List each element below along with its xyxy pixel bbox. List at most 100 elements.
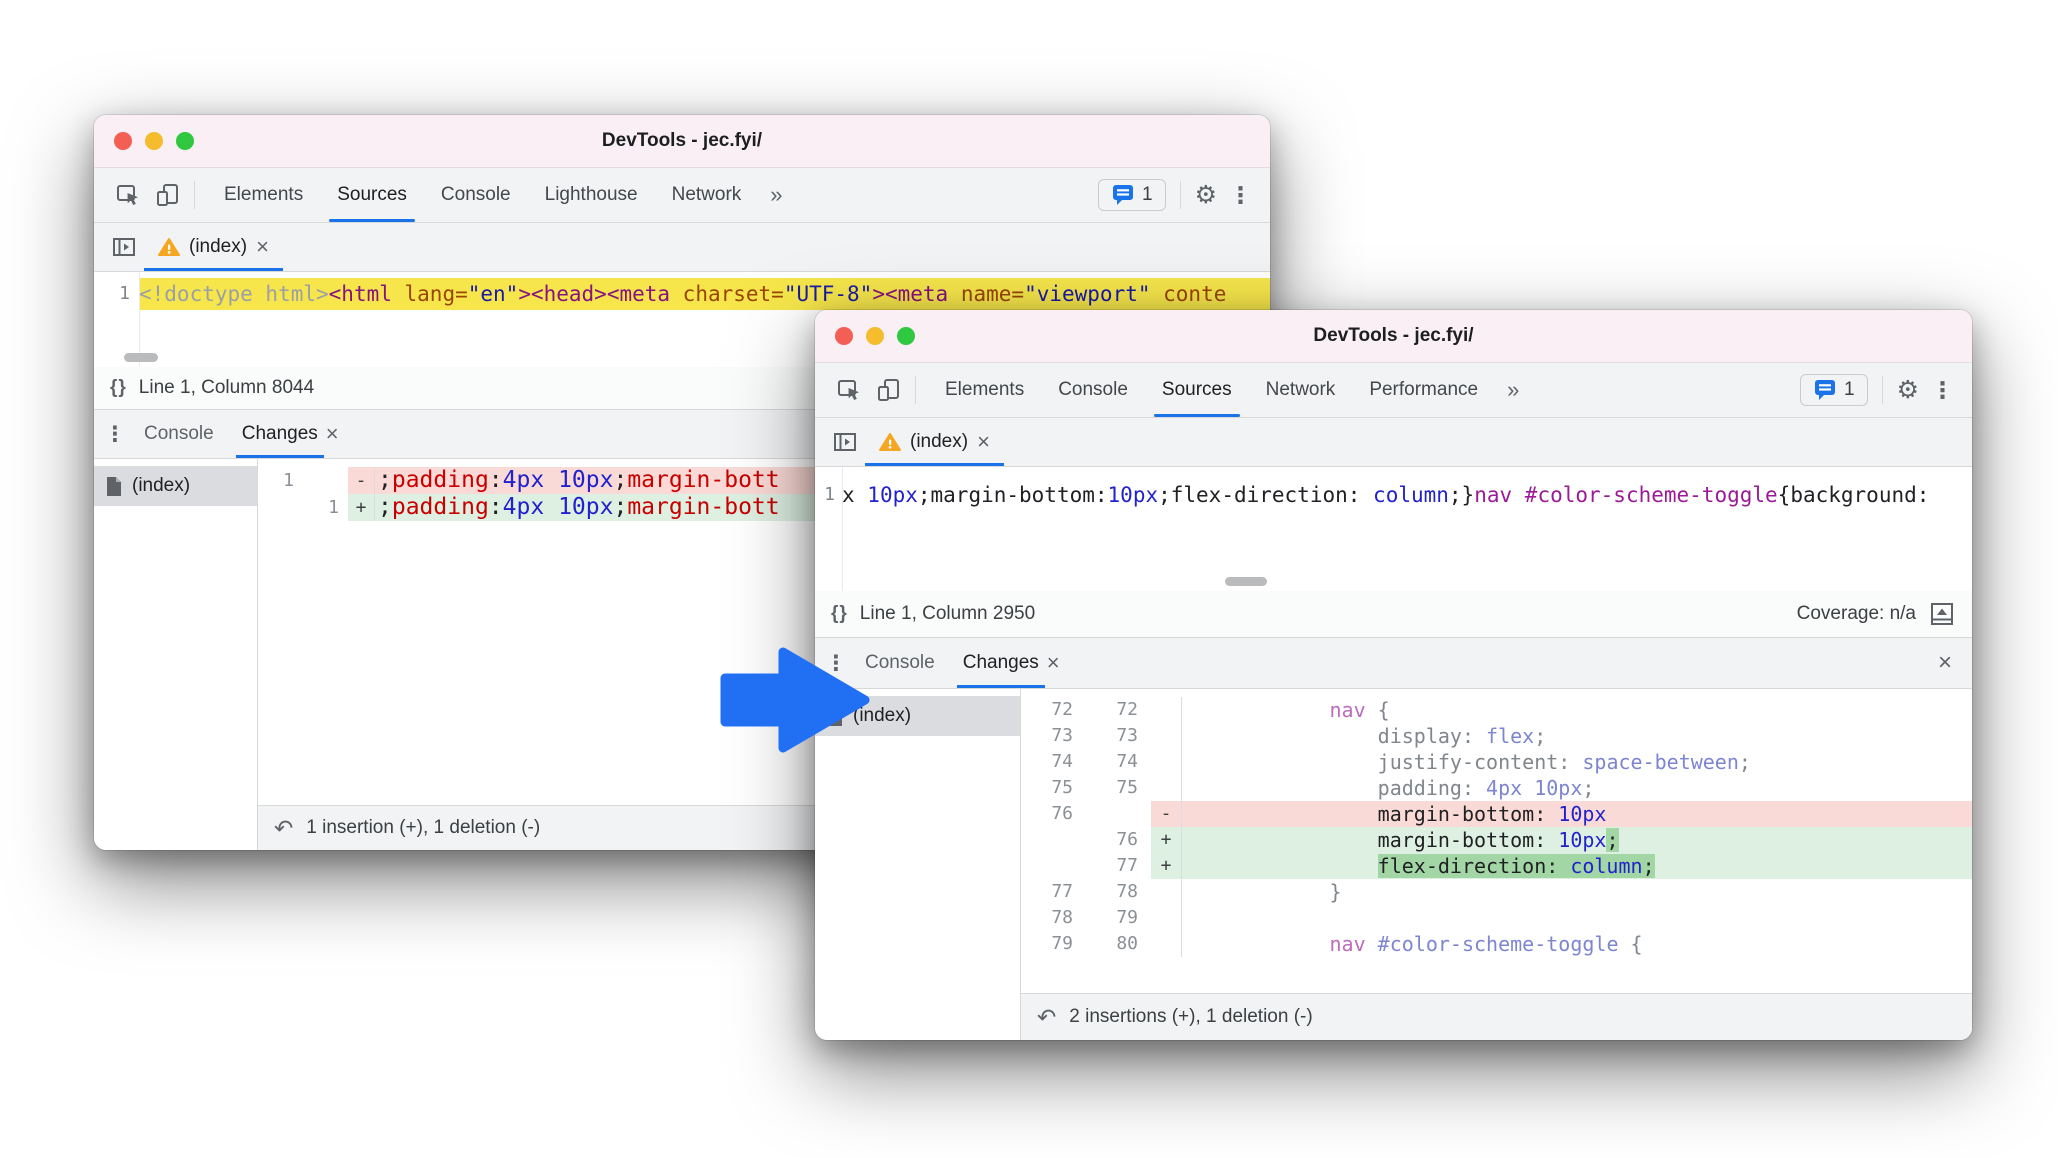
panel-tabs: Elements Sources Console Lighthouse Netw…: [207, 168, 758, 222]
close-icon[interactable]: ×: [326, 423, 339, 445]
revert-icon[interactable]: ↶: [274, 816, 293, 840]
pointer-arrow: [713, 646, 873, 763]
editor-statusbar: {} Line 1, Column 2950 Coverage: n/a: [815, 591, 1972, 638]
issues-button[interactable]: 1: [1098, 179, 1166, 211]
code-line-content: <!doctype html><html lang="en"><head><me…: [139, 278, 1270, 310]
file-tab-index[interactable]: (index) ×: [865, 418, 1004, 466]
inspect-element-icon[interactable]: [108, 175, 148, 215]
close-window-button[interactable]: [114, 132, 132, 150]
devtools-window-front: DevTools - jec.fyi/ Elements Console Sou…: [814, 309, 1973, 1041]
diff-row: 76- margin-bottom: 10px: [1021, 801, 1972, 827]
minimize-window-button[interactable]: [866, 327, 884, 345]
divider: [915, 376, 916, 404]
diff-summary: 1 insertion (+), 1 deletion (-): [306, 817, 541, 838]
diff-rows: 72 72 nav {73 73 display: flex; 74 74 justif…: [1021, 689, 1972, 993]
code-line: 1 <!doctype html><html lang="en"><head><…: [94, 278, 1270, 310]
issues-count: 1: [1844, 379, 1855, 400]
drawer-kebab-icon[interactable]: ⋮: [100, 422, 130, 447]
tab-sources[interactable]: Sources: [320, 168, 424, 222]
tab-elements[interactable]: Elements: [928, 363, 1041, 417]
navigator-toggle-icon[interactable]: [825, 422, 865, 462]
close-drawer-icon[interactable]: ×: [1924, 649, 1966, 677]
diff-pane: 72 72 nav {73 73 display: flex; 74 74 justif…: [1021, 689, 1972, 1040]
statusbar-right: Coverage: n/a: [1797, 600, 1956, 628]
gutter-divider: [842, 467, 843, 591]
cursor-position: Line 1, Column 8044: [138, 377, 315, 398]
diff-row: 75 75 padding: 4px 10px;: [1021, 775, 1972, 801]
diff-row: 76 + margin-bottom: 10px;: [1021, 827, 1972, 853]
file-tab-label: (index): [910, 431, 969, 452]
tab-console[interactable]: Console: [424, 168, 528, 222]
close-window-button[interactable]: [835, 327, 853, 345]
coverage-load-icon[interactable]: [1928, 600, 1956, 628]
kebab-menu-icon[interactable]: ⋮: [1225, 183, 1256, 207]
drawer-tabs: ⋮ Console Changes × ×: [815, 638, 1972, 689]
warning-icon: [879, 433, 901, 451]
drawer-tab-console[interactable]: Console: [130, 410, 228, 458]
revert-icon[interactable]: ↶: [1037, 1005, 1056, 1029]
canvas: DevTools - jec.fyi/ Elements Sources Con…: [0, 0, 2058, 1158]
diff-row: 78 79: [1021, 905, 1972, 931]
navigator-toggle-icon[interactable]: [104, 227, 144, 267]
diff-row: 79 80 nav #color-scheme-toggle {: [1021, 931, 1972, 957]
devtools-toolbar: Elements Sources Console Lighthouse Netw…: [94, 168, 1270, 223]
coverage-status: Coverage: n/a: [1796, 603, 1916, 624]
tab-console[interactable]: Console: [1041, 363, 1145, 417]
divider: [194, 181, 195, 209]
inspect-element-icon[interactable]: [829, 370, 869, 410]
changed-file-label: (index): [132, 475, 191, 496]
tab-lighthouse[interactable]: Lighthouse: [528, 168, 655, 222]
close-icon[interactable]: ×: [977, 431, 990, 453]
code-line-content: x 10px;margin-bottom:10px;flex-direction…: [842, 483, 1930, 507]
window-controls: [114, 132, 194, 150]
tab-sources[interactable]: Sources: [1145, 363, 1249, 417]
more-tabs-icon[interactable]: »: [1495, 377, 1531, 403]
window-title: DevTools - jec.fyi/: [601, 130, 763, 151]
titlebar[interactable]: DevTools - jec.fyi/: [815, 310, 1972, 363]
horizontal-scrollbar-thumb[interactable]: [1225, 577, 1267, 586]
drawer-tab-changes[interactable]: Changes ×: [949, 638, 1074, 688]
toolbar-right: 1 ⚙ ⋮: [1800, 374, 1958, 406]
issues-count: 1: [1142, 184, 1153, 205]
window-title: DevTools - jec.fyi/: [1313, 325, 1474, 346]
close-icon[interactable]: ×: [256, 236, 269, 258]
changes-sidebar: (index): [94, 459, 258, 850]
tab-network[interactable]: Network: [655, 168, 759, 222]
issues-bubble-icon: [1113, 185, 1133, 205]
tab-performance[interactable]: Performance: [1352, 363, 1495, 417]
diff-row: 77 78 }: [1021, 879, 1972, 905]
minimize-window-button[interactable]: [145, 132, 163, 150]
zoom-window-button[interactable]: [176, 132, 194, 150]
settings-gear-icon[interactable]: ⚙: [1897, 377, 1919, 403]
diff-row: 72 72 nav {: [1021, 697, 1972, 723]
kebab-menu-icon[interactable]: ⋮: [1927, 378, 1958, 402]
source-editor: 1 x 10px;margin-bottom:10px;flex-directi…: [815, 467, 1972, 591]
diff-row: 73 73 display: flex;: [1021, 723, 1972, 749]
device-toolbar-icon[interactable]: [148, 175, 188, 215]
sources-file-tabs: (index) ×: [94, 223, 1270, 272]
braces-icon: {}: [110, 377, 127, 398]
issues-bubble-icon: [1815, 380, 1835, 400]
changed-file-item[interactable]: (index): [94, 466, 257, 506]
more-tabs-icon[interactable]: »: [758, 182, 794, 208]
titlebar[interactable]: DevTools - jec.fyi/: [94, 115, 1270, 168]
sources-file-tabs: (index) ×: [815, 418, 1972, 467]
horizontal-scrollbar-thumb[interactable]: [124, 353, 158, 362]
drawer-tab-changes[interactable]: Changes ×: [228, 410, 353, 458]
file-tab-label: (index): [189, 236, 248, 257]
tab-network[interactable]: Network: [1249, 363, 1353, 417]
file-tab-index[interactable]: (index) ×: [144, 223, 283, 271]
panel-tabs: Elements Console Sources Network Perform…: [928, 363, 1495, 417]
braces-icon: {}: [831, 603, 848, 624]
device-toolbar-icon[interactable]: [869, 370, 909, 410]
tab-elements[interactable]: Elements: [207, 168, 320, 222]
zoom-window-button[interactable]: [897, 327, 915, 345]
line-number: 1: [119, 283, 130, 304]
close-icon[interactable]: ×: [1047, 652, 1060, 674]
code-line: 1 x 10px;margin-bottom:10px;flex-directi…: [815, 479, 1972, 511]
warning-icon: [158, 238, 180, 256]
diff-summary: 2 insertions (+), 1 deletion (-): [1069, 1006, 1313, 1027]
issues-button[interactable]: 1: [1800, 374, 1868, 406]
changes-panel: (index) 72 72 nav {73 73 display: flex; 74 7…: [815, 689, 1972, 1040]
settings-gear-icon[interactable]: ⚙: [1195, 182, 1217, 208]
